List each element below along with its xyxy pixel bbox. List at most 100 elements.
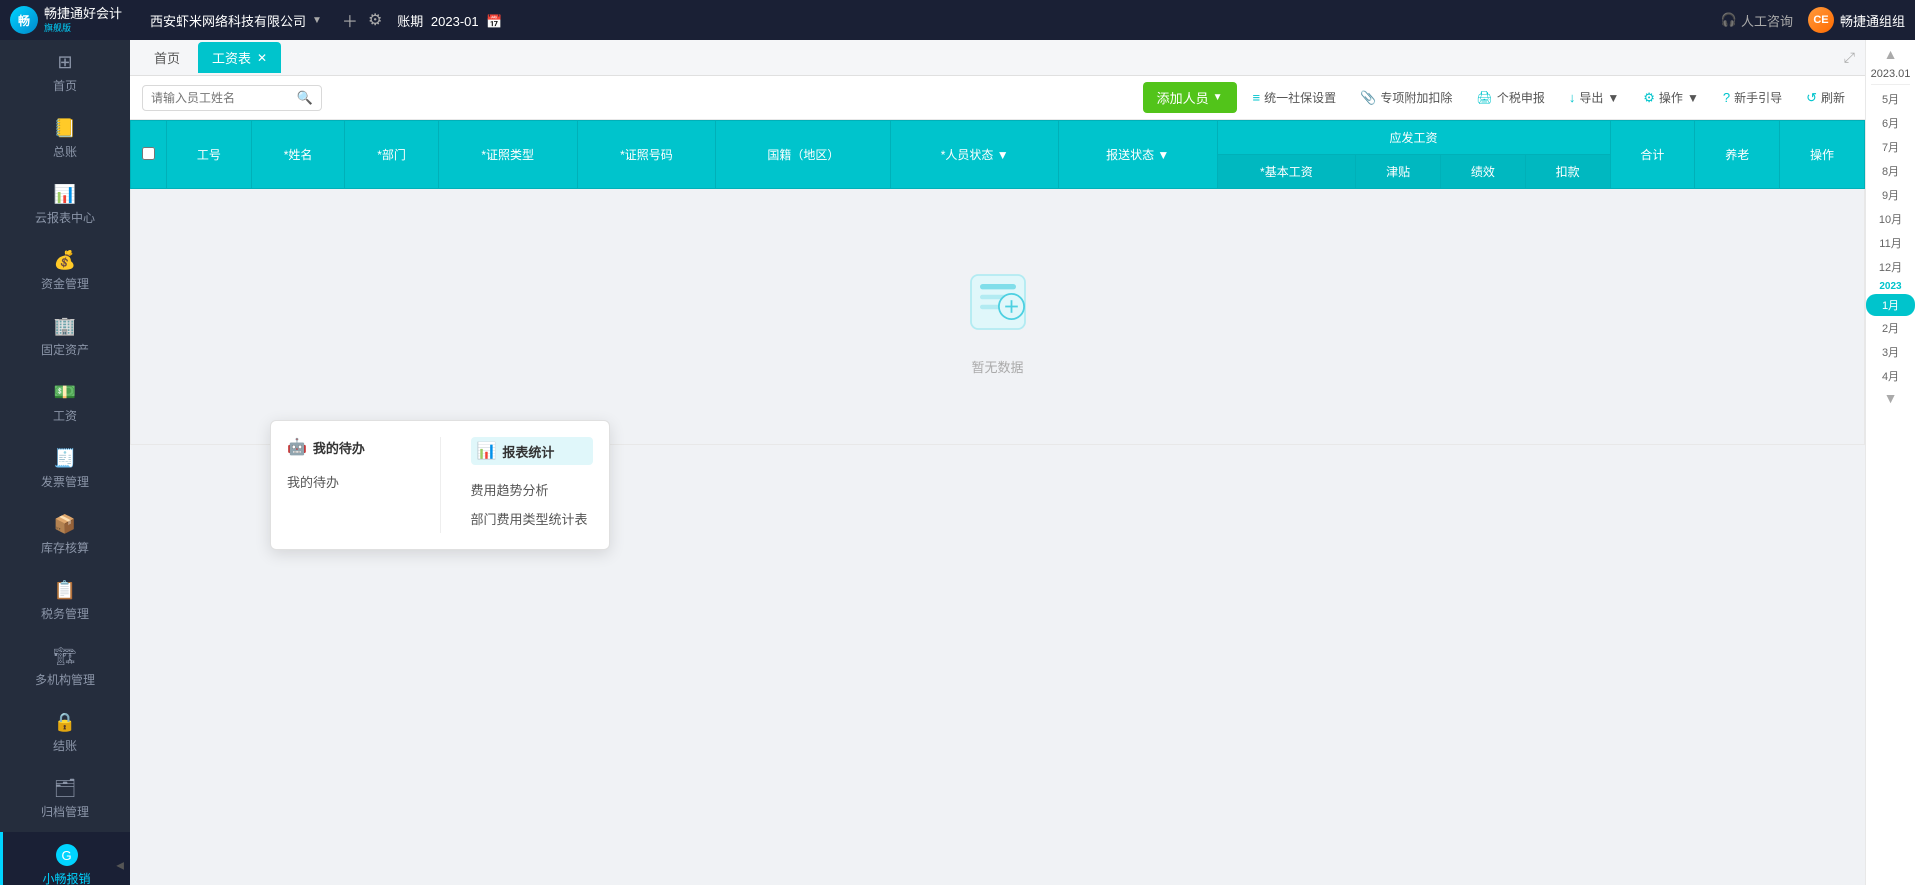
th-dept: *部门 [345,121,439,189]
th-id-number: *证照号码 [577,121,716,189]
company-selector[interactable]: 西安虾米网络科技有限公司 ▼ [140,11,332,30]
salary-icon: 💵 [54,382,76,403]
maximize-icon[interactable]: ⤢ [1844,49,1855,66]
month-1[interactable]: 1月 [1866,294,1915,316]
sidebar-label-reports: 云报表中心 [35,209,95,226]
popup-item-expense-trend[interactable]: 费用趋势分析 [471,475,594,504]
invoices-icon: 🧾 [54,448,76,469]
right-panel-up-arrow[interactable]: ▲ [1884,44,1898,64]
sidebar-item-salary[interactable]: 💵 工资 [0,370,130,436]
popup-item-my-todo[interactable]: 我的待办 [287,467,410,496]
month-8[interactable]: 8月 [1866,159,1915,183]
sidebar-item-assets[interactable]: 🏢 固定资产 [0,304,130,370]
report-filter-icon[interactable]: ▼ [1157,148,1169,162]
month-12[interactable]: 12月 [1866,255,1915,279]
export-icon: ↓ [1569,90,1576,105]
status-filter-icon[interactable]: ▼ [997,148,1009,162]
sidebar-item-tax[interactable]: 📋 税务管理 [0,568,130,634]
tab-home[interactable]: 首页 [140,42,194,73]
operate-icon: ⚙ [1643,90,1655,106]
th-name: *姓名 [251,121,345,189]
popup-reports-title: 📊 报表统计 [471,437,594,465]
reports-icon: 📊 [54,184,76,205]
month-4[interactable]: 4月 [1866,364,1915,388]
month-9[interactable]: 9月 [1866,183,1915,207]
search-input[interactable] [151,91,291,105]
month-5[interactable]: 5月 [1866,87,1915,111]
sidebar-label-closing: 结账 [53,737,77,754]
tax-icon: 📋 [54,580,76,601]
year-2023-label: 2023 [1879,281,1901,292]
refresh-icon: ↺ [1806,90,1817,106]
user-menu[interactable]: CE 畅捷通组组 [1808,7,1905,33]
sidebar-item-xiaochang[interactable]: G 小畅报销 ◀ [0,832,130,885]
popup-todo-title: 🤖 我的待办 [287,437,410,457]
month-2[interactable]: 2月 [1866,316,1915,340]
sidebar-item-inventory[interactable]: 📦 库存核算 [0,502,130,568]
sidebar-label-archive: 归档管理 [41,803,89,820]
tax-report-btn[interactable]: 🖨 个税申报 [1468,85,1553,110]
app-logo-icon: 畅 [10,6,38,34]
search-icon[interactable]: 🔍 [297,90,313,106]
export-dropdown-icon: ▼ [1607,91,1619,105]
support-btn[interactable]: 🎧 人工咨询 [1721,11,1793,30]
settings-icon[interactable]: ⚙ [368,10,382,30]
sidebar-item-home[interactable]: ⊞ 首页 [0,40,130,106]
multi-icon: 🏗 [54,646,77,667]
sidebar-item-multi[interactable]: 🏗 多机构管理 [0,634,130,700]
export-btn[interactable]: ↓ 导出 ▼ [1561,85,1627,110]
th-nationality: 国籍（地区） [716,121,891,189]
th-pension: 养老 [1695,121,1780,189]
inventory-icon: 📦 [54,514,76,535]
th-status: *人员状态 ▼ [891,121,1058,189]
th-report-status: 报送状态 ▼ [1058,121,1217,189]
month-6[interactable]: 6月 [1866,111,1915,135]
logo-area: 畅 畅捷通好会计 旗舰版 [10,6,140,35]
month-7[interactable]: 7月 [1866,135,1915,159]
right-panel: ▲ 2023.01 5月 6月 7月 8月 9月 10月 11月 12月 202… [1865,40,1915,885]
sidebar-label-xiaochang: 小畅报销 [42,870,90,885]
operate-dropdown-icon: ▼ [1687,91,1699,105]
newguide-toolbar-icon: ? [1723,90,1730,105]
newguide-btn[interactable]: ? 新手引导 [1715,85,1790,110]
month-10[interactable]: 10月 [1866,207,1915,231]
sidebar-item-ledger[interactable]: 📒 总账 [0,106,130,172]
add-btn-arrow: ▼ [1213,92,1223,103]
todo-title-icon: 🤖 [287,437,307,457]
month-3[interactable]: 3月 [1866,340,1915,364]
period-calendar-icon[interactable]: 📅 [486,14,502,29]
refresh-btn[interactable]: ↺ 刷新 [1798,85,1853,110]
popup-section: 🤖 我的待办 我的待办 📊 报表统计 费用趋势分析 [287,437,593,533]
month-11[interactable]: 11月 [1866,231,1915,255]
sidebar-label-funds: 资金管理 [41,275,89,292]
social-setting-btn[interactable]: ≡ 统一社保设置 [1245,85,1345,110]
tab-salary[interactable]: 工资表 ✕ [198,42,281,73]
toolbar-actions: 添加人员 ▼ ≡ 统一社保设置 📎 专项附加扣除 🖨 个税申报 ↓ 导出 [1143,82,1853,113]
select-all-checkbox[interactable] [142,147,155,160]
deduct-btn[interactable]: 📎 专项附加扣除 [1352,85,1460,110]
th-deduction: 扣款 [1525,155,1610,189]
add-person-button[interactable]: 添加人员 ▼ [1143,82,1237,113]
tab-close-icon[interactable]: ✕ [257,51,267,65]
sidebar-label-salary: 工资 [53,407,77,424]
search-box: 🔍 [142,85,322,111]
empty-state-icon [953,257,1043,347]
popup-item-dept-expense[interactable]: 部门费用类型统计表 [471,504,594,533]
sidebar-item-closing[interactable]: 🔒 结账 [0,700,130,766]
xiaochang-icon: G [56,844,78,866]
content-area: 首页 工资表 ✕ ⤢ 🔍 添加人员 ▼ ≡ [130,40,1865,885]
company-dropdown-arrow: ▼ [312,15,322,26]
select-all-th[interactable] [131,121,167,189]
right-panel-down-arrow[interactable]: ▼ [1884,388,1898,408]
sidebar-item-reports[interactable]: 📊 云报表中心 [0,172,130,238]
sidebar-label-inventory: 库存核算 [41,539,89,556]
sidebar-item-archive[interactable]: 🗂 归档管理 [0,766,130,832]
sidebar-item-funds[interactable]: 💰 资金管理 [0,238,130,304]
deduct-icon: 📎 [1360,90,1376,106]
operate-btn[interactable]: ⚙ 操作 ▼ [1635,85,1707,110]
funds-icon: 💰 [54,250,76,271]
add-icon[interactable]: ＋ [342,8,358,32]
sidebar-item-invoices[interactable]: 🧾 发票管理 [0,436,130,502]
sidebar: ⊞ 首页 📒 总账 📊 云报表中心 💰 资金管理 🏢 固定资产 💵 工资 🧾 发… [0,40,130,885]
sidebar-label-tax: 税务管理 [41,605,89,622]
